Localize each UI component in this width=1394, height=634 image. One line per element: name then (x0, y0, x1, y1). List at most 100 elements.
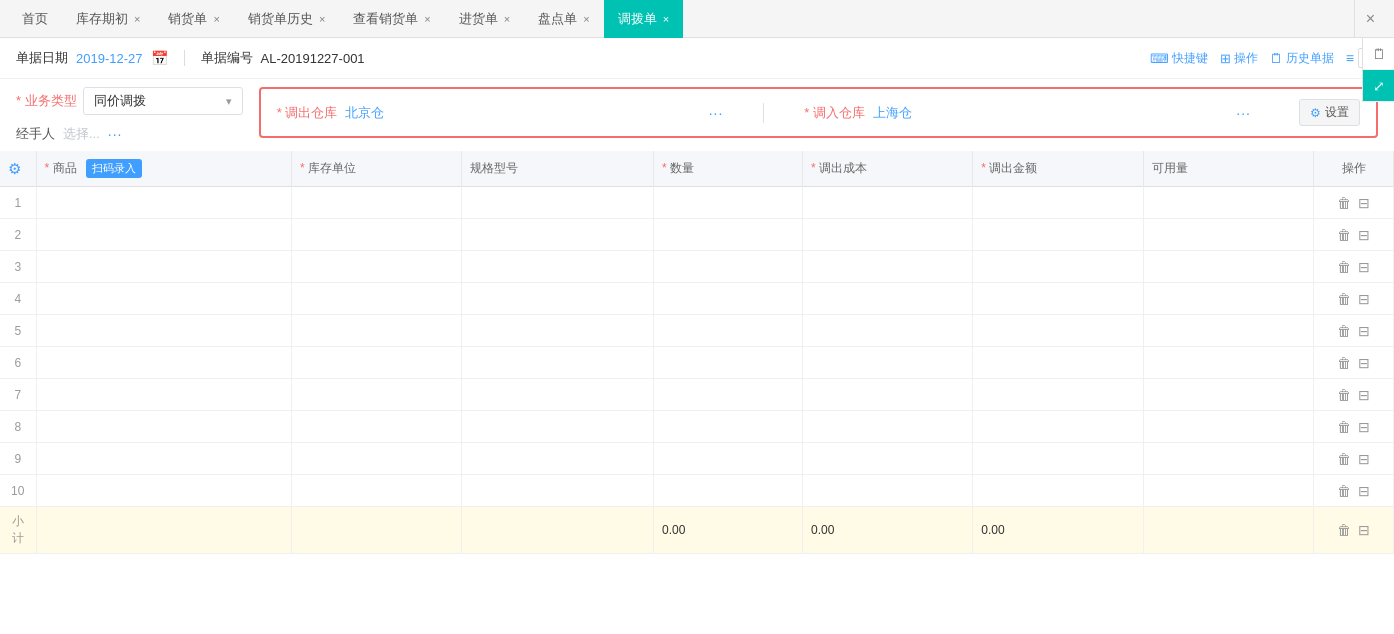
cell-cost-5[interactable] (802, 315, 972, 347)
cell-qty-8[interactable] (653, 411, 802, 443)
cell-cost-3[interactable] (802, 251, 972, 283)
warehouse-out-more[interactable]: ··· (709, 105, 724, 121)
delete-icon-8[interactable]: 🗑 (1337, 419, 1351, 435)
person-placeholder[interactable]: 选择... (63, 125, 100, 143)
cell-spec-6[interactable] (462, 347, 654, 379)
cell-unit-11[interactable] (292, 507, 462, 554)
delete-icon-5[interactable]: 🗑 (1337, 323, 1351, 339)
cell-spec-9[interactable] (462, 443, 654, 475)
cell-unit-2[interactable] (292, 219, 462, 251)
cell-product-4[interactable] (36, 283, 292, 315)
cell-unit-5[interactable] (292, 315, 462, 347)
cell-qty-6[interactable] (653, 347, 802, 379)
tab-bar-close[interactable]: × (1354, 0, 1386, 38)
cell-product-9[interactable] (36, 443, 292, 475)
cell-qty-3[interactable] (653, 251, 802, 283)
cell-available-9[interactable] (1143, 443, 1313, 475)
tab-close-transfer[interactable]: × (663, 13, 669, 25)
cell-available-8[interactable] (1143, 411, 1313, 443)
cell-product-5[interactable] (36, 315, 292, 347)
cell-amount-4[interactable] (973, 283, 1143, 315)
cell-unit-10[interactable] (292, 475, 462, 507)
layout-list-icon[interactable]: ≡ (1346, 50, 1354, 66)
scan-button[interactable]: 扫码录入 (86, 159, 142, 178)
copy-icon-1[interactable]: ⊟ (1358, 195, 1370, 211)
cell-available-10[interactable] (1143, 475, 1313, 507)
cell-available-7[interactable] (1143, 379, 1313, 411)
person-more-btn[interactable]: ··· (108, 126, 123, 142)
tab-transfer[interactable]: 调拨单 × (604, 0, 683, 38)
cell-amount-3[interactable] (973, 251, 1143, 283)
sidebar-expand-icon[interactable]: ⤢ (1363, 70, 1395, 102)
tab-stocktake[interactable]: 盘点单 × (524, 0, 603, 38)
tab-close-sales-order[interactable]: × (213, 13, 219, 25)
cell-cost-4[interactable] (802, 283, 972, 315)
cell-amount-7[interactable] (973, 379, 1143, 411)
copy-icon-11[interactable]: ⊟ (1358, 522, 1370, 538)
copy-icon-3[interactable]: ⊟ (1358, 259, 1370, 275)
delete-icon-7[interactable]: 🗑 (1337, 387, 1351, 403)
cell-unit-8[interactable] (292, 411, 462, 443)
cell-amount-6[interactable] (973, 347, 1143, 379)
col-gear-icon[interactable]: ⚙ (8, 160, 21, 177)
copy-icon-6[interactable]: ⊟ (1358, 355, 1370, 371)
tab-close-purchase[interactable]: × (504, 13, 510, 25)
cell-product-6[interactable] (36, 347, 292, 379)
operations-btn[interactable]: ⊞ 操作 (1220, 50, 1258, 67)
cell-product-11[interactable] (36, 507, 292, 554)
cell-spec-2[interactable] (462, 219, 654, 251)
copy-icon-10[interactable]: ⊟ (1358, 483, 1370, 499)
cell-qty-4[interactable] (653, 283, 802, 315)
cell-spec-10[interactable] (462, 475, 654, 507)
cell-qty-9[interactable] (653, 443, 802, 475)
cell-product-10[interactable] (36, 475, 292, 507)
cell-unit-7[interactable] (292, 379, 462, 411)
cell-product-2[interactable] (36, 219, 292, 251)
cell-cost-1[interactable] (802, 187, 972, 219)
tab-close-view-sales[interactable]: × (424, 13, 430, 25)
cell-cost-11[interactable]: 0.00 (802, 507, 972, 554)
copy-icon-2[interactable]: ⊟ (1358, 227, 1370, 243)
cell-unit-9[interactable] (292, 443, 462, 475)
history-btn[interactable]: 🗒 历史单据 (1270, 50, 1334, 67)
calendar-icon[interactable]: 📅 (151, 50, 168, 66)
cell-qty-11[interactable]: 0.00 (653, 507, 802, 554)
cell-product-1[interactable] (36, 187, 292, 219)
delete-icon-4[interactable]: 🗑 (1337, 291, 1351, 307)
copy-icon-7[interactable]: ⊟ (1358, 387, 1370, 403)
cell-unit-4[interactable] (292, 283, 462, 315)
warehouse-in-more[interactable]: ··· (1236, 105, 1251, 121)
cell-amount-8[interactable] (973, 411, 1143, 443)
tab-close-stocktake[interactable]: × (583, 13, 589, 25)
cell-qty-1[interactable] (653, 187, 802, 219)
cell-amount-10[interactable] (973, 475, 1143, 507)
sidebar-doc-icon[interactable]: 🗒 (1363, 38, 1395, 70)
tab-close-inventory-init[interactable]: × (134, 13, 140, 25)
cell-cost-7[interactable] (802, 379, 972, 411)
copy-icon-9[interactable]: ⊟ (1358, 451, 1370, 467)
cell-cost-8[interactable] (802, 411, 972, 443)
cell-amount-11[interactable]: 0.00 (973, 507, 1143, 554)
delete-icon-3[interactable]: 🗑 (1337, 259, 1351, 275)
cell-spec-4[interactable] (462, 283, 654, 315)
cell-spec-5[interactable] (462, 315, 654, 347)
cell-product-8[interactable] (36, 411, 292, 443)
cell-spec-7[interactable] (462, 379, 654, 411)
delete-icon-9[interactable]: 🗑 (1337, 451, 1351, 467)
cell-spec-11[interactable] (462, 507, 654, 554)
settings-button[interactable]: ⚙ 设置 (1299, 99, 1360, 126)
cell-amount-2[interactable] (973, 219, 1143, 251)
tab-inventory-init[interactable]: 库存期初 × (62, 0, 154, 38)
tab-home[interactable]: 首页 (8, 0, 62, 38)
delete-icon-1[interactable]: 🗑 (1337, 195, 1351, 211)
cell-amount-1[interactable] (973, 187, 1143, 219)
cell-spec-8[interactable] (462, 411, 654, 443)
tab-sales-order[interactable]: 销货单 × (154, 0, 233, 38)
copy-icon-5[interactable]: ⊟ (1358, 323, 1370, 339)
cell-qty-7[interactable] (653, 379, 802, 411)
quick-key-btn[interactable]: ⌨ 快捷键 (1150, 50, 1208, 67)
cell-available-11[interactable] (1143, 507, 1313, 554)
cell-amount-5[interactable] (973, 315, 1143, 347)
tab-purchase[interactable]: 进货单 × (445, 0, 524, 38)
cell-cost-10[interactable] (802, 475, 972, 507)
